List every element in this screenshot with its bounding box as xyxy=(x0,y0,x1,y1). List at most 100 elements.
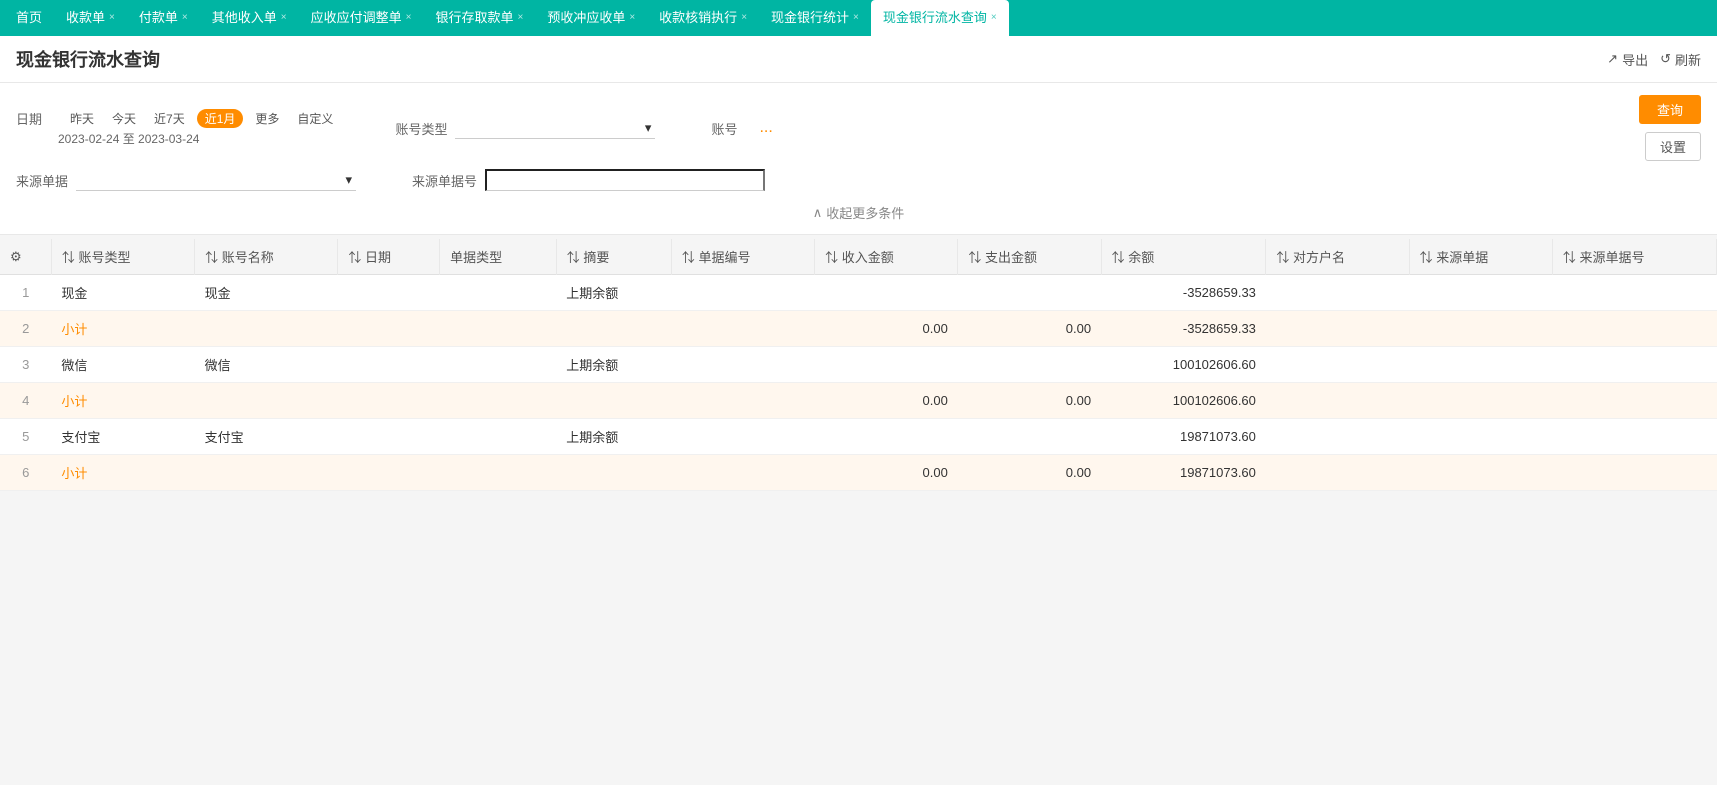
nav-receipts[interactable]: 收款单 × xyxy=(54,0,127,36)
cell-expense: 0.00 xyxy=(958,383,1101,419)
close-icon[interactable]: × xyxy=(741,0,747,36)
date-btn-1month[interactable]: 近1月 xyxy=(197,109,244,128)
export-button[interactable]: ↗ 导出 xyxy=(1607,50,1648,69)
col-source-doc-no: ⇅ 来源单据号 xyxy=(1552,239,1716,275)
cell-counterpart xyxy=(1266,383,1409,419)
nav-bank-deposit[interactable]: 银行存取款单 × xyxy=(423,0,535,36)
cell-account-type: 支付宝 xyxy=(51,419,194,455)
table-row[interactable]: 5支付宝支付宝上期余额19871073.60 xyxy=(0,419,1717,455)
nav-ar-ap-adjust[interactable]: 应收应付调整单 × xyxy=(299,0,424,36)
cell-source-doc xyxy=(1409,311,1552,347)
cell-doc-no xyxy=(671,455,814,491)
account-label: 账号 xyxy=(711,119,751,138)
cell-summary xyxy=(556,383,671,419)
table-row[interactable]: 4小计0.000.00100102606.60 xyxy=(0,383,1717,419)
table-row[interactable]: 6小计0.000.0019871073.60 xyxy=(0,455,1717,491)
cell-income xyxy=(815,347,958,383)
cell-source-doc-no xyxy=(1552,311,1716,347)
cell-doc-no xyxy=(671,311,814,347)
nav-other-income[interactable]: 其他收入单 × xyxy=(200,0,299,36)
cell-counterpart xyxy=(1266,455,1409,491)
filter-right-actions: 查询 设置 xyxy=(1639,95,1701,161)
cell-source-doc xyxy=(1409,383,1552,419)
cell-doc-type xyxy=(440,455,557,491)
top-navigation: 首页 收款单 × 付款单 × 其他收入单 × 应收应付调整单 × 银行存取款单 … xyxy=(0,0,1717,36)
cell-expense: 0.00 xyxy=(958,311,1101,347)
table-row[interactable]: 1现金现金上期余额-3528659.33 xyxy=(0,275,1717,311)
date-btn-yesterday[interactable]: 昨天 xyxy=(64,109,100,128)
cell-account-type: 小计 xyxy=(51,455,194,491)
cell-account-name xyxy=(195,455,338,491)
cell-summary: 上期余额 xyxy=(556,347,671,383)
nav-home[interactable]: 首页 xyxy=(4,0,54,36)
cell-summary xyxy=(556,311,671,347)
table-row[interactable]: 3微信微信上期余额100102606.60 xyxy=(0,347,1717,383)
cell-source-doc xyxy=(1409,275,1552,311)
close-icon[interactable]: × xyxy=(406,0,412,36)
account-dots[interactable]: ... xyxy=(759,119,772,137)
close-icon[interactable]: × xyxy=(281,0,287,36)
account-type-select[interactable]: ▾ xyxy=(455,118,655,139)
cell-date xyxy=(338,311,440,347)
source-doc-filter-group: 来源单据 ▾ xyxy=(16,170,356,191)
close-icon[interactable]: × xyxy=(629,0,635,36)
cell-date xyxy=(338,347,440,383)
cell-expense: 0.00 xyxy=(958,455,1101,491)
cell-counterpart xyxy=(1266,419,1409,455)
close-icon[interactable]: × xyxy=(517,0,523,36)
cell-account-name xyxy=(195,311,338,347)
account-type-filter-group: 账号类型 ▾ xyxy=(395,118,655,139)
nav-payments[interactable]: 付款单 × xyxy=(127,0,200,36)
cell-summary: 上期余额 xyxy=(556,419,671,455)
cell-income: 0.00 xyxy=(815,455,958,491)
col-doc-type: 单据类型 xyxy=(440,239,557,275)
date-btn-custom[interactable]: 自定义 xyxy=(291,109,339,128)
cell-income: 0.00 xyxy=(815,311,958,347)
nav-cash-bank-stat[interactable]: 现金银行统计 × xyxy=(759,0,871,36)
query-button[interactable]: 查询 xyxy=(1639,95,1701,124)
refresh-button[interactable]: ↺ 刷新 xyxy=(1660,50,1701,69)
cell-source-doc-no xyxy=(1552,455,1716,491)
cell-balance: 100102606.60 xyxy=(1101,347,1266,383)
cell-doc-type xyxy=(440,275,557,311)
source-doc-label: 来源单据 xyxy=(16,171,68,190)
nav-cash-bank-flow[interactable]: 现金银行流水查询 × xyxy=(871,0,1009,36)
cell-expense xyxy=(958,275,1101,311)
date-options: 昨天 今天 近7天 近1月 更多 自定义 xyxy=(64,109,339,128)
cell-source-doc-no xyxy=(1552,383,1716,419)
nav-advance-offset[interactable]: 预收冲应收单 × xyxy=(535,0,647,36)
close-icon[interactable]: × xyxy=(182,0,188,36)
cell-doc-type xyxy=(440,383,557,419)
cell-expense xyxy=(958,419,1101,455)
date-btn-7days[interactable]: 近7天 xyxy=(148,109,191,128)
table-row[interactable]: 2小计0.000.00-3528659.33 xyxy=(0,311,1717,347)
source-doc-select[interactable]: ▾ xyxy=(76,170,356,191)
data-table-container: ⚙ ⇅ 账号类型 ⇅ 账号名称 ⇅ 日期 单据类型 ⇅ 摘要 ⇅ 单据编号 xyxy=(0,239,1717,491)
settings-button[interactable]: 设置 xyxy=(1645,132,1701,161)
date-btn-today[interactable]: 今天 xyxy=(106,109,142,128)
header-actions: ↗ 导出 ↺ 刷新 xyxy=(1607,50,1701,69)
collapse-bar[interactable]: ∧ 收起更多条件 xyxy=(16,199,1701,226)
nav-receipt-exec[interactable]: 收款核销执行 × xyxy=(647,0,759,36)
cell-account-name: 支付宝 xyxy=(195,419,338,455)
cell-summary: 上期余额 xyxy=(556,275,671,311)
col-balance: ⇅ 余额 xyxy=(1101,239,1266,275)
close-icon[interactable]: × xyxy=(991,0,997,36)
source-doc-no-input[interactable] xyxy=(485,169,765,191)
row-number: 2 xyxy=(0,311,51,347)
cell-doc-no xyxy=(671,347,814,383)
cell-balance: -3528659.33 xyxy=(1101,311,1266,347)
cell-date xyxy=(338,275,440,311)
date-btn-more[interactable]: 更多 xyxy=(249,109,285,128)
account-type-label: 账号类型 xyxy=(395,119,447,138)
cell-balance: 19871073.60 xyxy=(1101,419,1266,455)
col-date: ⇅ 日期 xyxy=(338,239,440,275)
close-icon[interactable]: × xyxy=(109,0,115,36)
cell-source-doc xyxy=(1409,419,1552,455)
row-number: 3 xyxy=(0,347,51,383)
close-icon[interactable]: × xyxy=(853,0,859,36)
gear-icon[interactable]: ⚙ xyxy=(10,249,22,264)
cell-doc-type xyxy=(440,347,557,383)
cell-expense xyxy=(958,347,1101,383)
cell-doc-no xyxy=(671,383,814,419)
